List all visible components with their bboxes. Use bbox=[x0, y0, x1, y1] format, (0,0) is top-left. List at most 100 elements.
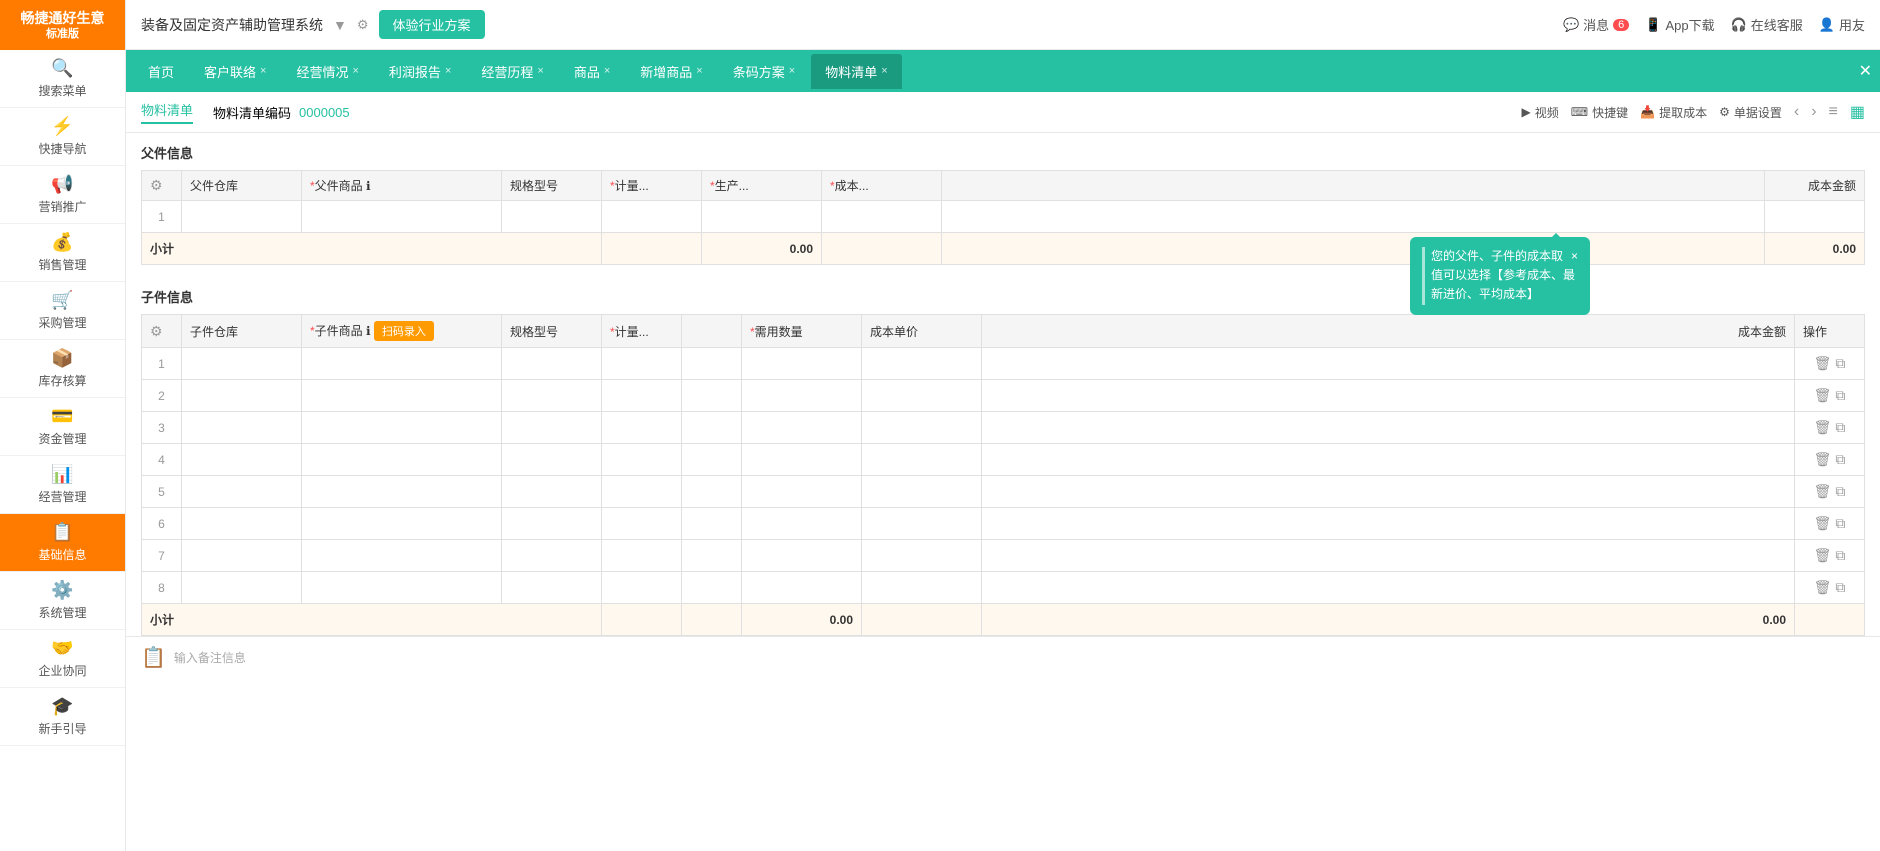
child-row-6-qty[interactable] bbox=[602, 508, 682, 540]
nav-tab-4[interactable]: 经营历程× bbox=[467, 54, 557, 89]
child-delete-icon-1[interactable]: 🗑 bbox=[1814, 355, 1832, 372]
child-copy-icon-2[interactable]: ⧉ bbox=[1835, 387, 1845, 404]
child-row-5-qty[interactable] bbox=[602, 476, 682, 508]
child-row-5-unitcost[interactable] bbox=[862, 476, 982, 508]
sidebar-item-9[interactable]: ⚙️系统管理 bbox=[0, 572, 125, 630]
child-delete-icon-5[interactable]: 🗑 bbox=[1814, 483, 1832, 500]
sidebar-item-8[interactable]: 📋基础信息 bbox=[0, 514, 125, 572]
more-icon[interactable]: ▦ bbox=[1850, 102, 1865, 122]
tooltip-close-btn[interactable]: × bbox=[1571, 247, 1578, 266]
sidebar-item-0[interactable]: 🔍搜索菜单 bbox=[0, 50, 125, 108]
nav-tab-2[interactable]: 经营情况× bbox=[282, 54, 372, 89]
nav-tab-0[interactable]: 首页 bbox=[134, 54, 188, 89]
sidebar-item-2[interactable]: 📢营销推广 bbox=[0, 166, 125, 224]
parent-row-1-spec[interactable] bbox=[502, 201, 602, 233]
child-row-3-need[interactable] bbox=[742, 412, 862, 444]
child-row-4-spec[interactable] bbox=[502, 444, 602, 476]
note-placeholder[interactable]: 输入备注信息 bbox=[174, 649, 246, 666]
parent-row-1-product[interactable] bbox=[302, 201, 502, 233]
video-action[interactable]: ▶ 视频 bbox=[1522, 104, 1559, 121]
parent-row-1-cost[interactable] bbox=[822, 201, 942, 233]
child-row-8-product[interactable] bbox=[302, 572, 502, 604]
child-copy-icon-3[interactable]: ⧉ bbox=[1835, 419, 1845, 436]
child-row-4-qty[interactable] bbox=[602, 444, 682, 476]
child-delete-icon-7[interactable]: 🗑 bbox=[1814, 547, 1832, 564]
child-row-3-unitcost[interactable] bbox=[862, 412, 982, 444]
child-row-3-warehouse[interactable] bbox=[182, 412, 302, 444]
child-copy-icon-4[interactable]: ⧉ bbox=[1835, 451, 1845, 468]
sidebar-item-3[interactable]: 💰销售管理 bbox=[0, 224, 125, 282]
child-row-3-spec[interactable] bbox=[502, 412, 602, 444]
grid-view-icon[interactable]: ≡ bbox=[1829, 103, 1838, 121]
child-row-2-qty[interactable] bbox=[602, 380, 682, 412]
nav-tab-close-4[interactable]: × bbox=[537, 65, 543, 77]
child-row-5-warehouse[interactable] bbox=[182, 476, 302, 508]
child-row-7-unitcost[interactable] bbox=[862, 540, 982, 572]
sidebar-item-4[interactable]: 🛒采购管理 bbox=[0, 282, 125, 340]
app-download-item[interactable]: 📱 App下载 bbox=[1645, 15, 1714, 34]
child-row-2-warehouse[interactable] bbox=[182, 380, 302, 412]
child-th-settings[interactable]: ⚙ bbox=[142, 315, 182, 348]
sidebar-item-11[interactable]: 🎓新手引导 bbox=[0, 688, 125, 746]
extract-cost-action[interactable]: 📥 提取成本 bbox=[1640, 104, 1707, 121]
child-row-7-need[interactable] bbox=[742, 540, 862, 572]
child-row-5-spec[interactable] bbox=[502, 476, 602, 508]
parent-th-settings[interactable]: ⚙ bbox=[142, 171, 182, 201]
nav-next-btn[interactable]: › bbox=[1811, 103, 1816, 121]
child-delete-icon-4[interactable]: 🗑 bbox=[1814, 451, 1832, 468]
nav-tab-close-8[interactable]: × bbox=[881, 65, 887, 77]
child-row-6-need[interactable] bbox=[742, 508, 862, 540]
global-close-icon[interactable]: ✕ bbox=[1859, 61, 1872, 81]
child-row-8-warehouse[interactable] bbox=[182, 572, 302, 604]
child-row-6-spec[interactable] bbox=[502, 508, 602, 540]
child-row-1-warehouse[interactable] bbox=[182, 348, 302, 380]
child-row-3-qty[interactable] bbox=[602, 412, 682, 444]
message-item[interactable]: 💬 消息 6 bbox=[1563, 15, 1629, 34]
nav-tab-6[interactable]: 新增商品× bbox=[626, 54, 716, 89]
nav-prev-btn[interactable]: ‹ bbox=[1794, 103, 1799, 121]
child-copy-icon-8[interactable]: ⧉ bbox=[1835, 579, 1845, 596]
settings-icon[interactable]: ⚙ bbox=[357, 17, 369, 33]
nav-tab-1[interactable]: 客户联络× bbox=[190, 54, 280, 89]
nav-tab-5[interactable]: 商品× bbox=[560, 54, 624, 89]
child-row-1-product[interactable] bbox=[302, 348, 502, 380]
child-row-6-warehouse[interactable] bbox=[182, 508, 302, 540]
nav-tab-7[interactable]: 条码方案× bbox=[719, 54, 809, 89]
child-row-2-product[interactable] bbox=[302, 380, 502, 412]
child-row-5-need[interactable] bbox=[742, 476, 862, 508]
child-row-2-spec[interactable] bbox=[502, 380, 602, 412]
child-row-7-product[interactable] bbox=[302, 540, 502, 572]
sidebar-item-5[interactable]: 📦库存核算 bbox=[0, 340, 125, 398]
child-row-1-qty[interactable] bbox=[602, 348, 682, 380]
trial-button[interactable]: 体验行业方案 bbox=[379, 10, 485, 39]
nav-tab-close-7[interactable]: × bbox=[789, 65, 795, 77]
doc-settings-action[interactable]: ⚙ 单据设置 bbox=[1719, 104, 1782, 121]
child-row-2-unitcost[interactable] bbox=[862, 380, 982, 412]
child-row-3-product[interactable] bbox=[302, 412, 502, 444]
sidebar-item-6[interactable]: 💳资金管理 bbox=[0, 398, 125, 456]
child-delete-icon-3[interactable]: 🗑 bbox=[1814, 419, 1832, 436]
note-icon[interactable]: 📋 bbox=[141, 645, 166, 670]
user-item[interactable]: 👤 用友 bbox=[1819, 15, 1865, 34]
sub-tab-list[interactable]: 物料清单 bbox=[141, 100, 193, 124]
sidebar-item-10[interactable]: 🤝企业协同 bbox=[0, 630, 125, 688]
scan-button[interactable]: 扫码录入 bbox=[374, 321, 434, 341]
parent-row-1-produce[interactable] bbox=[702, 201, 822, 233]
online-service-item[interactable]: 🎧 在线客服 bbox=[1731, 15, 1803, 34]
sidebar-item-7[interactable]: 📊经营管理 bbox=[0, 456, 125, 514]
child-copy-icon-5[interactable]: ⧉ bbox=[1835, 483, 1845, 500]
child-row-6-product[interactable] bbox=[302, 508, 502, 540]
child-row-7-qty[interactable] bbox=[602, 540, 682, 572]
child-row-4-need[interactable] bbox=[742, 444, 862, 476]
child-row-5-product[interactable] bbox=[302, 476, 502, 508]
child-row-4-unitcost[interactable] bbox=[862, 444, 982, 476]
child-copy-icon-7[interactable]: ⧉ bbox=[1835, 547, 1845, 564]
nav-tab-close-5[interactable]: × bbox=[604, 65, 610, 77]
nav-tab-3[interactable]: 利润报告× bbox=[375, 54, 465, 89]
child-row-8-need[interactable] bbox=[742, 572, 862, 604]
child-row-4-product[interactable] bbox=[302, 444, 502, 476]
child-row-1-spec[interactable] bbox=[502, 348, 602, 380]
child-row-2-need[interactable] bbox=[742, 380, 862, 412]
child-row-7-spec[interactable] bbox=[502, 540, 602, 572]
child-copy-icon-6[interactable]: ⧉ bbox=[1835, 515, 1845, 532]
